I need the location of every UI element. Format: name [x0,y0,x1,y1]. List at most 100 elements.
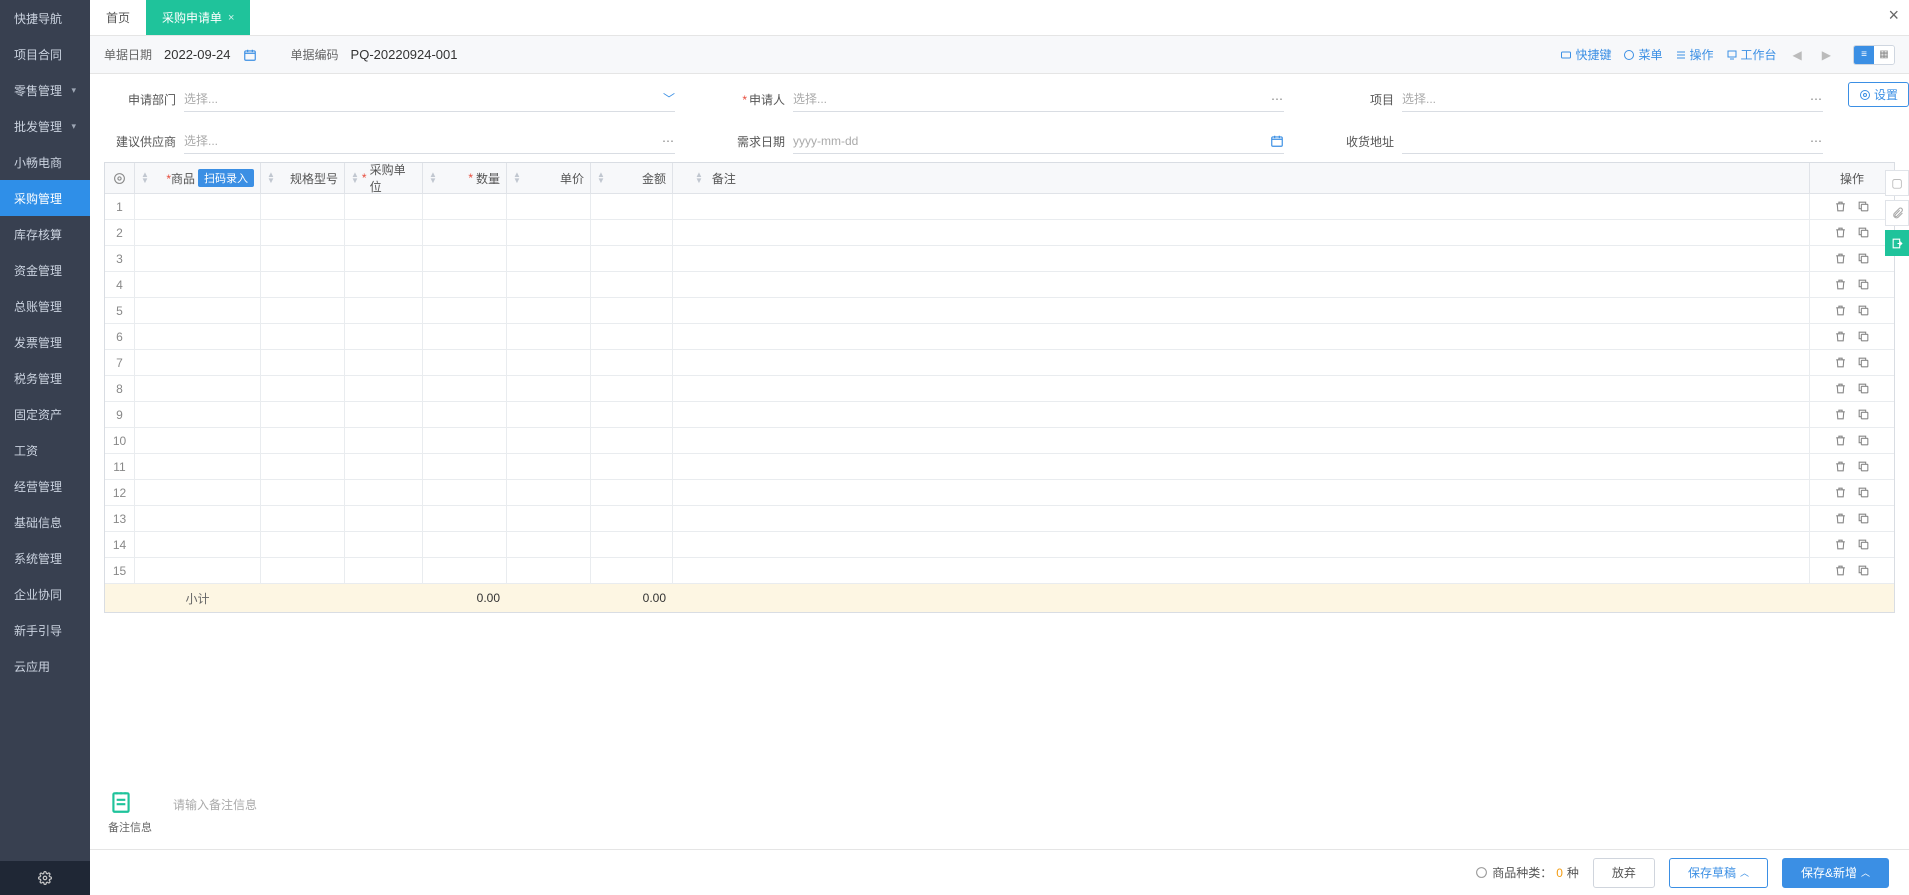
cell-remark[interactable] [673,402,1810,427]
workbench-link[interactable]: 工作台 [1726,46,1777,63]
cell-unit[interactable] [345,246,423,271]
table-row[interactable]: 10 [105,428,1894,454]
cell-price[interactable] [507,376,591,401]
copy-row-icon[interactable] [1857,330,1870,343]
cell-qty[interactable] [423,220,507,245]
cell-unit[interactable] [345,376,423,401]
next-icon[interactable]: ▶ [1818,48,1835,62]
delete-row-icon[interactable] [1834,538,1847,551]
cell-price[interactable] [507,272,591,297]
save-draft-button[interactable]: 保存草稿︿ [1669,858,1768,888]
cell-price[interactable] [507,480,591,505]
cell-amount[interactable] [591,402,673,427]
cell-product[interactable] [135,558,261,583]
cell-amount[interactable] [591,558,673,583]
cell-spec[interactable] [261,506,345,531]
table-row[interactable]: 7 [105,350,1894,376]
sidebar-item[interactable]: 小畅电商 [0,144,90,180]
cell-price[interactable] [507,298,591,323]
cell-unit[interactable] [345,298,423,323]
table-row[interactable]: 3 [105,246,1894,272]
cell-price[interactable] [507,402,591,427]
delete-row-icon[interactable] [1834,304,1847,317]
copy-row-icon[interactable] [1857,200,1870,213]
table-row[interactable]: 13 [105,506,1894,532]
cell-product[interactable] [135,402,261,427]
delete-row-icon[interactable] [1834,460,1847,473]
cell-unit[interactable] [345,350,423,375]
copy-row-icon[interactable] [1857,512,1870,525]
cell-qty[interactable] [423,298,507,323]
cell-product[interactable] [135,454,261,479]
sidebar-item[interactable]: 基础信息 [0,504,90,540]
apply-dept-select[interactable]: 选择... ﹀ [184,86,675,112]
cell-amount[interactable] [591,376,673,401]
cell-spec[interactable] [261,350,345,375]
cell-qty[interactable] [423,480,507,505]
prev-icon[interactable]: ◀ [1789,48,1806,62]
delete-row-icon[interactable] [1834,434,1847,447]
cell-price[interactable] [507,506,591,531]
cell-remark[interactable] [673,428,1810,453]
float-tool-attachment[interactable] [1885,200,1909,226]
cell-product[interactable] [135,246,261,271]
copy-row-icon[interactable] [1857,564,1870,577]
copy-row-icon[interactable] [1857,460,1870,473]
cell-product[interactable] [135,428,261,453]
col-spec[interactable]: ▲▼规格型号 [261,163,345,193]
cell-price[interactable] [507,428,591,453]
cell-price[interactable] [507,350,591,375]
menu-link[interactable]: 菜单 [1623,46,1662,63]
cell-remark[interactable] [673,376,1810,401]
cell-remark[interactable] [673,324,1810,349]
tab-purchase-request[interactable]: 采购申请单 × [146,0,250,35]
cell-amount[interactable] [591,350,673,375]
cell-price[interactable] [507,558,591,583]
sidebar-item[interactable]: 税务管理 [0,360,90,396]
col-qty[interactable]: ▲▼*数量 [423,163,507,193]
applicant-select[interactable]: 选择... ⋯ [793,86,1284,112]
sidebar-item[interactable]: 快捷导航 [0,0,90,36]
barcode-entry-button[interactable]: 扫码录入 [198,169,254,187]
calendar-icon[interactable] [243,48,257,62]
copy-row-icon[interactable] [1857,408,1870,421]
table-row[interactable]: 12 [105,480,1894,506]
cell-price[interactable] [507,194,591,219]
cell-amount[interactable] [591,194,673,219]
col-unit[interactable]: ▲▼*采购单位 [345,163,423,193]
table-row[interactable]: 2 [105,220,1894,246]
copy-row-icon[interactable] [1857,226,1870,239]
remark-input[interactable]: 请输入备注信息 [166,789,1891,829]
sidebar-item[interactable]: 系统管理 [0,540,90,576]
cell-unit[interactable] [345,480,423,505]
copy-row-icon[interactable] [1857,278,1870,291]
copy-row-icon[interactable] [1857,434,1870,447]
cell-qty[interactable] [423,402,507,427]
col-remark[interactable]: ▲▼备注 [673,163,1810,193]
cell-qty[interactable] [423,246,507,271]
cell-product[interactable] [135,532,261,557]
col-price[interactable]: ▲▼单价 [507,163,591,193]
cell-spec[interactable] [261,532,345,557]
cell-product[interactable] [135,480,261,505]
cell-qty[interactable] [423,454,507,479]
cell-amount[interactable] [591,480,673,505]
cell-unit[interactable] [345,532,423,557]
delete-row-icon[interactable] [1834,200,1847,213]
cell-amount[interactable] [591,246,673,271]
cell-remark[interactable] [673,454,1810,479]
sidebar-item[interactable]: 发票管理 [0,324,90,360]
cell-spec[interactable] [261,272,345,297]
cell-product[interactable] [135,324,261,349]
cell-spec[interactable] [261,428,345,453]
cell-product[interactable] [135,506,261,531]
cell-product[interactable] [135,194,261,219]
cell-qty[interactable] [423,376,507,401]
cell-amount[interactable] [591,220,673,245]
ops-link[interactable]: 操作 [1675,46,1714,63]
delete-row-icon[interactable] [1834,278,1847,291]
cell-spec[interactable] [261,480,345,505]
tab-home[interactable]: 首页 [90,0,146,35]
sidebar-settings[interactable] [0,861,90,895]
copy-row-icon[interactable] [1857,356,1870,369]
